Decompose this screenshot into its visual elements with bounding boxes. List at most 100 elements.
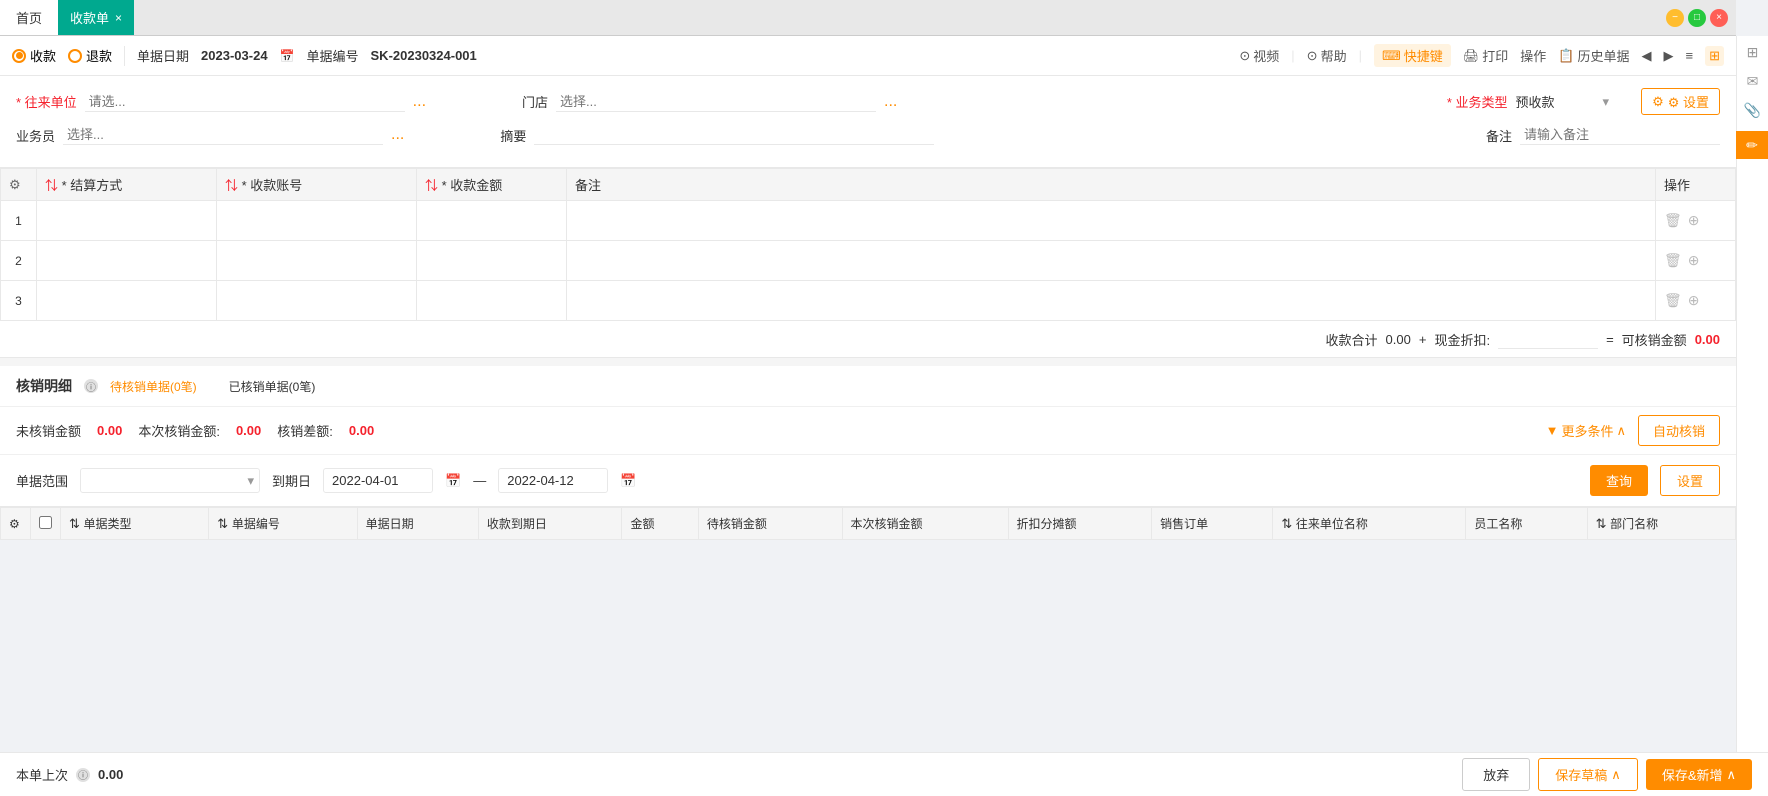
th-bottom-check[interactable]	[31, 508, 61, 540]
business-type-label: * 业务类型	[1447, 92, 1508, 111]
equals-sign: =	[1606, 332, 1614, 347]
note-input[interactable]	[1520, 125, 1720, 145]
business-type-dropdown[interactable]: ▾	[1603, 94, 1610, 110]
radio-receipt[interactable]: 收款	[12, 46, 56, 65]
date-value: 2023-03-24	[201, 48, 268, 63]
more-conditions-label: 更多条件	[1561, 421, 1613, 440]
account-cell-1[interactable]	[217, 201, 417, 241]
query-setting-label: 设置	[1677, 474, 1703, 489]
date-from-input[interactable]	[323, 468, 433, 493]
save-draft-btn[interactable]: 保存草稿 ∧	[1538, 758, 1638, 791]
staff-dots[interactable]: ...	[391, 126, 404, 144]
reconcile-header: 核销明细 ⓘ 待核销单据(0笔) 已核销单据(0笔)	[0, 366, 1736, 407]
staff-input[interactable]	[63, 125, 383, 145]
settlement-cell-1[interactable]	[37, 201, 217, 241]
copy-icon-3[interactable]: ⊕	[1688, 292, 1700, 309]
toolbar: 收款 退款 单据日期 2023-03-24 📅 单据编号 SK-20230324…	[0, 36, 1736, 76]
calendar-icon[interactable]: 📅	[280, 49, 295, 63]
account-cell-3[interactable]	[217, 281, 417, 321]
cal-from-icon[interactable]: 📅	[445, 473, 461, 489]
sidebar-mail-icon[interactable]: ✉	[1747, 73, 1759, 90]
delete-icon-1[interactable]: 🗑	[1664, 212, 1682, 229]
store-label: 门店	[522, 92, 548, 111]
range-select[interactable]	[80, 468, 260, 493]
delete-icon-3[interactable]: 🗑	[1664, 292, 1682, 309]
th-bottom-gear[interactable]: ⚙	[1, 508, 31, 540]
summary-label: 摘要	[500, 126, 526, 145]
print-btn[interactable]: 🖨 打印	[1463, 46, 1509, 65]
partner-input[interactable]	[85, 92, 405, 112]
range-label: 单据范围	[16, 471, 68, 490]
note-label: 备注	[1486, 126, 1512, 145]
note-cell-1[interactable]	[567, 201, 1656, 241]
more-conditions-btn[interactable]: ▼ 更多条件 ∧	[1546, 421, 1626, 440]
date-to-input[interactable]	[498, 468, 608, 493]
note-cell-2[interactable]	[567, 241, 1656, 281]
setting-label: ⚙ 设置	[1668, 92, 1709, 111]
sidebar-table-icon[interactable]: ⊞	[1747, 44, 1759, 61]
bottom-table: ⚙ ⇅ 单据类型 ⇅ 单据编号 单据日期 收款到期日 金额 待核销金额 本次核销…	[0, 507, 1736, 540]
sidebar-clip-icon[interactable]: 📎	[1744, 102, 1761, 119]
auto-reconcile-btn[interactable]: 自动核销	[1638, 415, 1720, 446]
abandon-btn[interactable]: 放弃	[1462, 758, 1530, 791]
filter-icon: ▼	[1546, 423, 1559, 438]
done-tab[interactable]: 已核销单据(0笔)	[229, 378, 316, 395]
tab-receipts[interactable]: 收款单 ×	[58, 0, 134, 35]
radio-refund[interactable]: 退款	[68, 46, 112, 65]
note-cell-3[interactable]	[567, 281, 1656, 321]
video-btn[interactable]: ⊙ 视频	[1239, 46, 1279, 65]
th-pending-amount: 待核销金额	[698, 508, 842, 540]
copy-icon-1[interactable]: ⊕	[1688, 212, 1700, 229]
cal-to-icon[interactable]: 📅	[620, 473, 636, 489]
discount-input[interactable]	[1498, 329, 1598, 349]
pending-label: 未核销金额	[16, 421, 81, 440]
save-new-arrow-icon: ∧	[1726, 767, 1736, 783]
shortcut-label: 快捷键	[1404, 46, 1443, 65]
th-gear[interactable]: ⚙	[1, 169, 37, 201]
store-dots[interactable]: ...	[884, 93, 897, 111]
grid-view-btn[interactable]: ⊞	[1705, 46, 1724, 66]
amount-cell-1[interactable]	[417, 201, 567, 241]
help-btn[interactable]: ⊙ 帮助	[1307, 46, 1347, 65]
th-doc-num: ⇅ 单据编号	[209, 508, 357, 540]
query-btn[interactable]: 查询	[1590, 465, 1648, 496]
footer-info-icon[interactable]: ⓘ	[76, 768, 90, 782]
tab-home[interactable]: 首页	[0, 0, 58, 35]
store-input[interactable]	[556, 92, 876, 112]
amount-cell-3[interactable]	[417, 281, 567, 321]
pending-tab[interactable]: 待核销单据(0笔)	[110, 378, 197, 395]
current-label: 本次核销金额:	[138, 421, 220, 440]
number-value: SK-20230324-001	[371, 48, 477, 63]
th-discount-alloc: 折扣分摊额	[1008, 508, 1152, 540]
save-new-btn[interactable]: 保存&新增 ∧	[1646, 759, 1752, 790]
account-cell-2[interactable]	[217, 241, 417, 281]
summary-input[interactable]	[534, 125, 934, 145]
query-setting-btn[interactable]: 设置	[1660, 465, 1720, 496]
partner-label: * 往来单位	[16, 92, 77, 111]
copy-icon-2[interactable]: ⊕	[1688, 252, 1700, 269]
window-minimize-btn[interactable]: −	[1666, 9, 1684, 27]
setting-btn[interactable]: ⚙ ⚙ 设置	[1641, 88, 1720, 115]
next-btn[interactable]: ▶	[1664, 48, 1674, 64]
tab-close-icon[interactable]: ×	[115, 11, 122, 25]
list-view-btn[interactable]: ≡	[1686, 48, 1694, 63]
shortcut-btn[interactable]: ⌨ 快捷键	[1374, 44, 1451, 67]
history-btn[interactable]: 📋 历史单据	[1558, 46, 1629, 65]
tab-receipts-label: 收款单	[70, 8, 109, 27]
amount-cell-2[interactable]	[417, 241, 567, 281]
sidebar-edit-icon[interactable]: ✏	[1736, 131, 1768, 159]
delete-icon-2[interactable]: 🗑	[1664, 252, 1682, 269]
window-maximize-btn[interactable]: □	[1688, 9, 1706, 27]
reconcile-info-icon[interactable]: ⓘ	[84, 379, 98, 393]
select-all-checkbox[interactable]	[39, 516, 52, 529]
print-label: 打印	[1482, 46, 1508, 65]
settlement-cell-2[interactable]	[37, 241, 217, 281]
window-close-btn[interactable]: ×	[1710, 9, 1728, 27]
settlement-cell-3[interactable]	[37, 281, 217, 321]
prev-btn[interactable]: ◀	[1642, 48, 1652, 64]
th-doc-type: ⇅ 单据类型	[61, 508, 209, 540]
row-num-1: 1	[1, 201, 37, 241]
th-account: ⇅ * 收款账号	[217, 169, 417, 201]
partner-dots[interactable]: ...	[413, 93, 426, 111]
operation-btn[interactable]: 操作	[1520, 46, 1546, 65]
